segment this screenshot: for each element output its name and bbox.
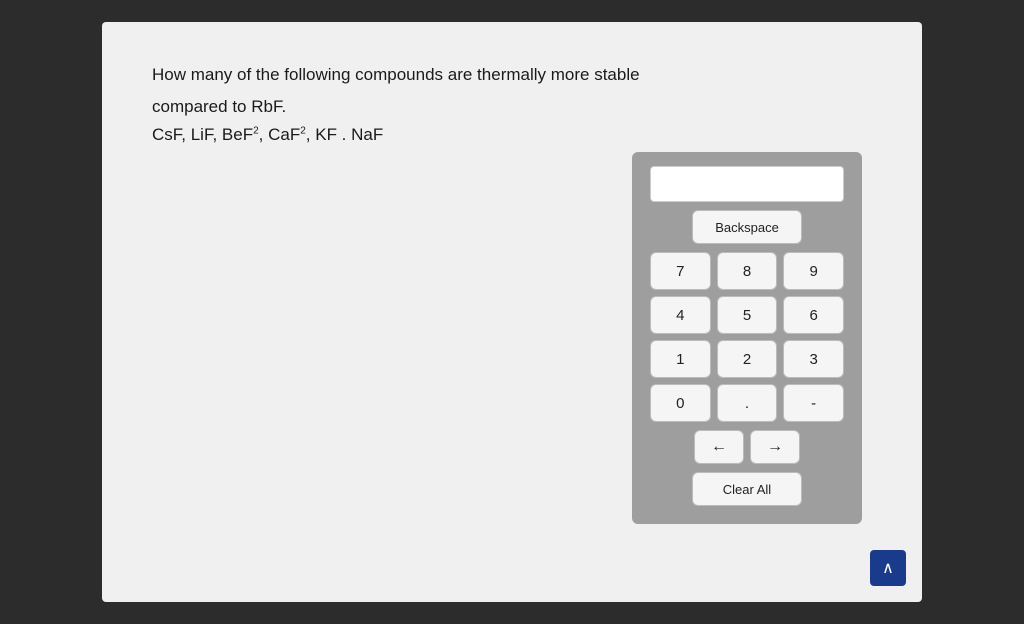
arrow-row: ← →: [650, 430, 844, 464]
btn-2[interactable]: 2: [717, 340, 778, 378]
btn-9[interactable]: 9: [783, 252, 844, 290]
btn-minus[interactable]: -: [783, 384, 844, 422]
btn-6[interactable]: 6: [783, 296, 844, 334]
btn-0[interactable]: 0: [650, 384, 711, 422]
btn-4[interactable]: 4: [650, 296, 711, 334]
btn-1[interactable]: 1: [650, 340, 711, 378]
arrow-right-button[interactable]: →: [750, 430, 800, 464]
btn-5[interactable]: 5: [717, 296, 778, 334]
btn-3[interactable]: 3: [783, 340, 844, 378]
numpad: 7 8 9 4 5 6 1 2 3 0 . -: [650, 252, 844, 422]
display-field[interactable]: [650, 166, 844, 202]
question-line2: compared to RbF.: [152, 94, 872, 120]
calculator: Backspace 7 8 9 4 5 6 1 2 3 0 . - ← → Cl…: [632, 152, 862, 524]
arrow-left-button[interactable]: ←: [694, 430, 744, 464]
backspace-button[interactable]: Backspace: [692, 210, 802, 244]
question-line1: How many of the following compounds are …: [152, 62, 872, 88]
backspace-row: Backspace: [650, 210, 844, 244]
main-card: How many of the following compounds are …: [102, 22, 922, 602]
clear-all-row: Clear All: [650, 472, 844, 506]
compounds-text: CsF, LiF, BeF2, CaF2, KF . NaF: [152, 125, 872, 145]
btn-7[interactable]: 7: [650, 252, 711, 290]
next-button[interactable]: ∧: [870, 550, 906, 586]
btn-8[interactable]: 8: [717, 252, 778, 290]
btn-dot[interactable]: .: [717, 384, 778, 422]
clear-all-button[interactable]: Clear All: [692, 472, 802, 506]
